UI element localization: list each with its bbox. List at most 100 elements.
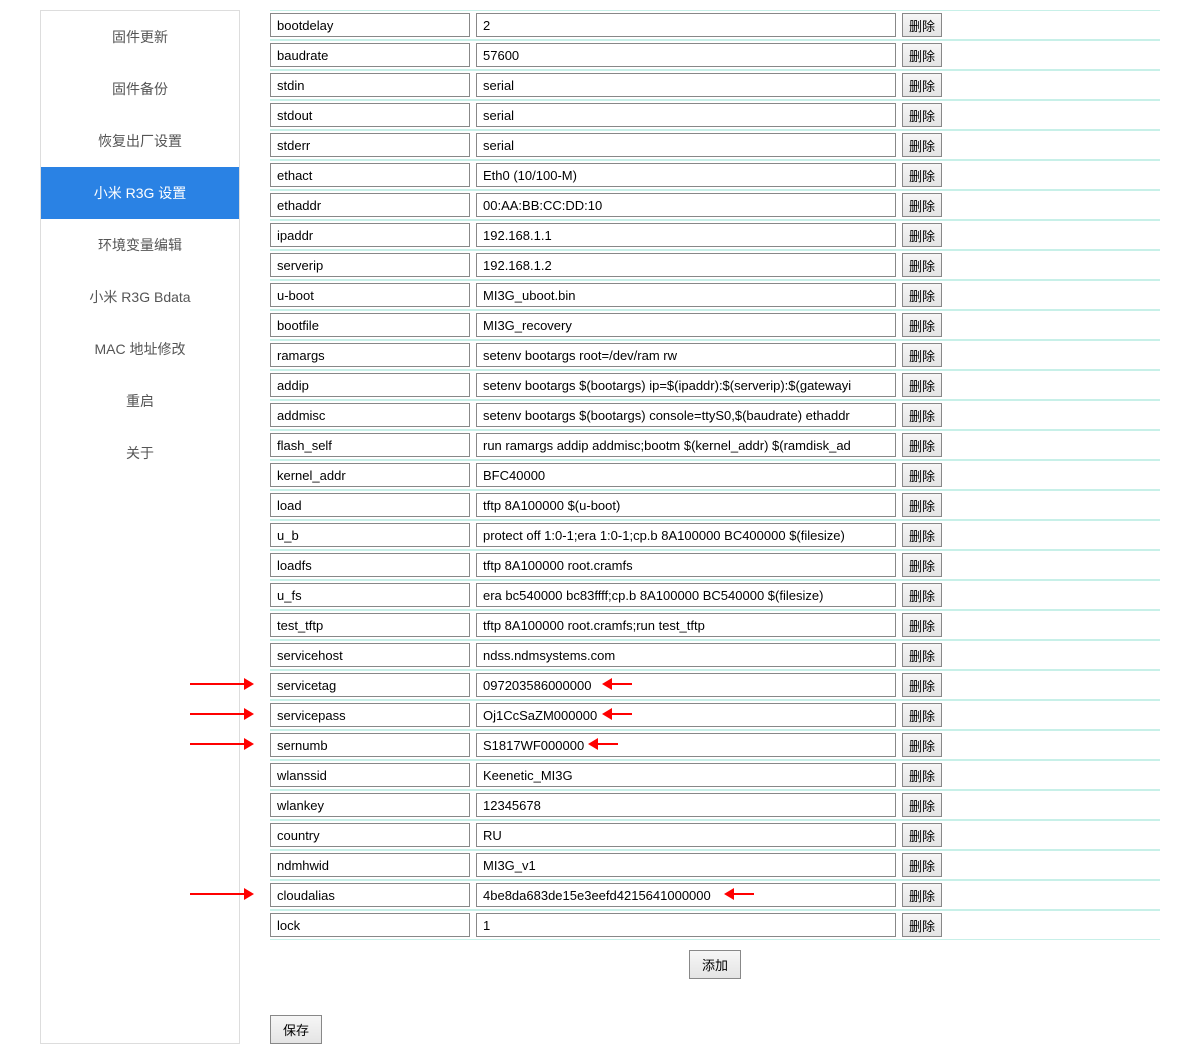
env-value-input[interactable] (476, 13, 896, 37)
sidebar-item-7[interactable]: 重启 (41, 375, 239, 427)
delete-button[interactable]: 删除 (902, 403, 942, 427)
delete-button[interactable]: 删除 (902, 553, 942, 577)
env-key-input[interactable] (270, 43, 470, 67)
env-key-input[interactable] (270, 913, 470, 937)
env-value-input[interactable] (476, 643, 896, 667)
env-key-input[interactable] (270, 553, 470, 577)
env-key-input[interactable] (270, 883, 470, 907)
env-key-input[interactable] (270, 763, 470, 787)
env-value-input[interactable] (476, 73, 896, 97)
env-key-input[interactable] (270, 823, 470, 847)
env-value-input[interactable] (476, 613, 896, 637)
env-key-input[interactable] (270, 73, 470, 97)
env-value-input[interactable] (476, 403, 896, 427)
env-key-input[interactable] (270, 613, 470, 637)
env-key-input[interactable] (270, 343, 470, 367)
save-button[interactable]: 保存 (270, 1015, 322, 1044)
delete-button[interactable]: 删除 (902, 73, 942, 97)
env-value-input[interactable] (476, 343, 896, 367)
env-key-input[interactable] (270, 703, 470, 727)
delete-button[interactable]: 删除 (902, 853, 942, 877)
env-value-input[interactable] (476, 523, 896, 547)
delete-button[interactable]: 删除 (902, 103, 942, 127)
delete-button[interactable]: 删除 (902, 583, 942, 607)
env-value-input[interactable] (476, 703, 896, 727)
delete-button[interactable]: 删除 (902, 433, 942, 457)
delete-button[interactable]: 删除 (902, 163, 942, 187)
delete-button[interactable]: 删除 (902, 133, 942, 157)
env-key-input[interactable] (270, 373, 470, 397)
env-value-input[interactable] (476, 823, 896, 847)
delete-button[interactable]: 删除 (902, 463, 942, 487)
env-value-input[interactable] (476, 193, 896, 217)
env-value-input[interactable] (476, 223, 896, 247)
env-value-input[interactable] (476, 253, 896, 277)
env-value-input[interactable] (476, 433, 896, 457)
env-value-input[interactable] (476, 373, 896, 397)
env-key-input[interactable] (270, 253, 470, 277)
sidebar-item-0[interactable]: 固件更新 (41, 11, 239, 63)
delete-button[interactable]: 删除 (902, 223, 942, 247)
env-value-input[interactable] (476, 793, 896, 817)
env-key-input[interactable] (270, 223, 470, 247)
delete-button[interactable]: 删除 (902, 343, 942, 367)
delete-button[interactable]: 删除 (902, 193, 942, 217)
delete-button[interactable]: 删除 (902, 913, 942, 937)
sidebar-item-3[interactable]: 小米 R3G 设置 (41, 167, 239, 219)
env-key-input[interactable] (270, 193, 470, 217)
sidebar-item-6[interactable]: MAC 地址修改 (41, 323, 239, 375)
env-key-input[interactable] (270, 403, 470, 427)
sidebar-item-8[interactable]: 关于 (41, 427, 239, 479)
env-key-input[interactable] (270, 793, 470, 817)
env-key-input[interactable] (270, 583, 470, 607)
env-key-input[interactable] (270, 133, 470, 157)
env-key-input[interactable] (270, 433, 470, 457)
sidebar-item-2[interactable]: 恢复出厂设置 (41, 115, 239, 167)
sidebar-item-4[interactable]: 环境变量编辑 (41, 219, 239, 271)
env-key-input[interactable] (270, 163, 470, 187)
env-key-input[interactable] (270, 673, 470, 697)
env-key-input[interactable] (270, 463, 470, 487)
env-value-input[interactable] (476, 163, 896, 187)
env-value-input[interactable] (476, 283, 896, 307)
env-value-input[interactable] (476, 673, 896, 697)
env-key-input[interactable] (270, 103, 470, 127)
env-value-input[interactable] (476, 853, 896, 877)
env-value-input[interactable] (476, 883, 896, 907)
delete-button[interactable]: 删除 (902, 823, 942, 847)
delete-button[interactable]: 删除 (902, 643, 942, 667)
sidebar-item-1[interactable]: 固件备份 (41, 63, 239, 115)
delete-button[interactable]: 删除 (902, 613, 942, 637)
env-value-input[interactable] (476, 583, 896, 607)
env-key-input[interactable] (270, 13, 470, 37)
delete-button[interactable]: 删除 (902, 253, 942, 277)
sidebar-item-5[interactable]: 小米 R3G Bdata (41, 271, 239, 323)
env-value-input[interactable] (476, 133, 896, 157)
env-key-input[interactable] (270, 283, 470, 307)
env-value-input[interactable] (476, 103, 896, 127)
delete-button[interactable]: 删除 (902, 703, 942, 727)
delete-button[interactable]: 删除 (902, 673, 942, 697)
env-key-input[interactable] (270, 643, 470, 667)
env-key-input[interactable] (270, 733, 470, 757)
env-value-input[interactable] (476, 493, 896, 517)
env-key-input[interactable] (270, 313, 470, 337)
delete-button[interactable]: 删除 (902, 313, 942, 337)
env-key-input[interactable] (270, 523, 470, 547)
env-value-input[interactable] (476, 463, 896, 487)
delete-button[interactable]: 删除 (902, 763, 942, 787)
env-value-input[interactable] (476, 43, 896, 67)
delete-button[interactable]: 删除 (902, 283, 942, 307)
env-value-input[interactable] (476, 553, 896, 577)
env-key-input[interactable] (270, 493, 470, 517)
env-value-input[interactable] (476, 763, 896, 787)
env-key-input[interactable] (270, 853, 470, 877)
delete-button[interactable]: 删除 (902, 13, 942, 37)
delete-button[interactable]: 删除 (902, 883, 942, 907)
env-value-input[interactable] (476, 733, 896, 757)
delete-button[interactable]: 删除 (902, 793, 942, 817)
delete-button[interactable]: 删除 (902, 493, 942, 517)
delete-button[interactable]: 删除 (902, 43, 942, 67)
delete-button[interactable]: 删除 (902, 733, 942, 757)
add-button[interactable]: 添加 (689, 950, 741, 979)
